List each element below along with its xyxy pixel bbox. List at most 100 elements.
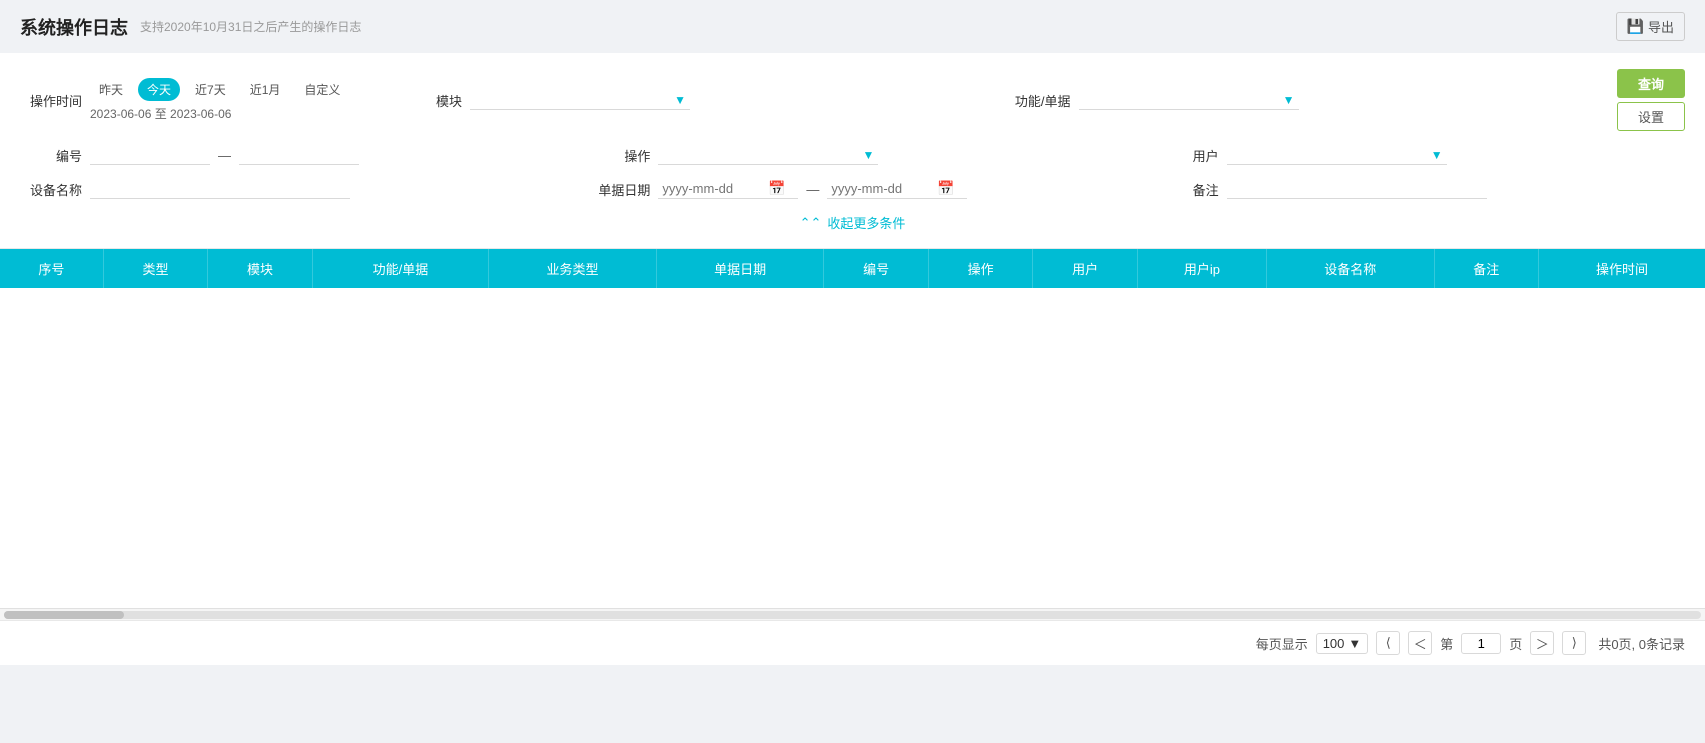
next-page-icon: ＞ xyxy=(1536,634,1549,653)
col-device: 设备名称 xyxy=(1266,249,1434,288)
query-button[interactable]: 查询 xyxy=(1617,69,1685,98)
page-number-input[interactable] xyxy=(1461,633,1501,654)
export-label: 导出 xyxy=(1648,17,1674,36)
collapse-label: 收起更多条件 xyxy=(827,213,905,232)
number-input-end[interactable] xyxy=(239,145,359,165)
time-option-today[interactable]: 今天 xyxy=(138,78,180,101)
device-filter: 设备名称 xyxy=(20,179,548,199)
last-page-icon: ⟩ xyxy=(1572,635,1577,651)
page-unit-label: 页 xyxy=(1509,634,1522,653)
date-end-wrapper: 📅 xyxy=(827,179,967,199)
pagination-bar: 每页显示 100 ▼ ⟨ ＜ 第 页 ＞ ⟩ 共0页, 0条记录 xyxy=(0,620,1705,665)
col-remark: 备注 xyxy=(1434,249,1538,288)
remark-label: 备注 xyxy=(1157,180,1227,199)
number-filter: 编号 — xyxy=(20,145,548,165)
device-input[interactable] xyxy=(90,179,350,199)
title-area: 系统操作日志 支持2020年10月31日之后产生的操作日志 xyxy=(20,14,361,40)
page-text-label: 第 xyxy=(1440,634,1453,653)
prev-page-button[interactable]: ＜ xyxy=(1408,631,1432,655)
col-module: 模块 xyxy=(208,249,312,288)
operation-select[interactable] xyxy=(658,145,878,164)
function-select[interactable] xyxy=(1079,90,1299,109)
date-end-input[interactable] xyxy=(827,179,937,198)
module-select-wrapper: ▼ xyxy=(470,90,690,110)
first-page-button[interactable]: ⟨ xyxy=(1376,631,1400,655)
number-label: 编号 xyxy=(20,146,90,165)
col-user: 用户 xyxy=(1033,249,1137,288)
time-filter: 操作时间 昨天 今天 近7天 近1月 自定义 2023-06-06 至 2023… xyxy=(20,78,360,122)
number-input-start[interactable] xyxy=(90,145,210,165)
time-range-display: 2023-06-06 至 2023-06-06 xyxy=(90,105,349,122)
calendar-start-icon[interactable]: 📅 xyxy=(768,180,785,197)
table-header-row: 序号 类型 模块 功能/单据 业务类型 单据日期 编号 操作 用户 用户ip 设… xyxy=(0,249,1705,288)
page-header: 系统操作日志 支持2020年10月31日之后产生的操作日志 💾 导出 xyxy=(0,0,1705,53)
table-header: 序号 类型 模块 功能/单据 业务类型 单据日期 编号 操作 用户 用户ip 设… xyxy=(0,249,1705,288)
last-page-button[interactable]: ⟩ xyxy=(1562,631,1586,655)
settings-button[interactable]: 设置 xyxy=(1617,102,1685,131)
function-select-wrapper: ▼ xyxy=(1079,90,1299,110)
user-select[interactable] xyxy=(1227,145,1447,164)
time-label: 操作时间 xyxy=(20,91,90,110)
collapse-button[interactable]: ⌃⌃ 收起更多条件 xyxy=(800,213,906,232)
page-title: 系统操作日志 xyxy=(20,14,128,40)
export-button[interactable]: 💾 导出 xyxy=(1616,12,1685,41)
voucher-date-label: 单据日期 xyxy=(588,180,658,199)
page-size-value: 100 xyxy=(1323,636,1345,651)
time-option-7days[interactable]: 近7天 xyxy=(186,78,235,101)
table-section: 序号 类型 模块 功能/单据 业务类型 单据日期 编号 操作 用户 用户ip 设… xyxy=(0,249,1705,608)
device-label: 设备名称 xyxy=(20,180,90,199)
time-option-1month[interactable]: 近1月 xyxy=(241,78,290,101)
time-options: 昨天 今天 近7天 近1月 自定义 xyxy=(90,78,349,101)
filter-row-3: 设备名称 单据日期 📅 — 📅 备注 xyxy=(20,179,1685,199)
prev-page-icon: ＜ xyxy=(1414,634,1427,653)
horizontal-scrollbar[interactable] xyxy=(0,608,1705,620)
col-function: 功能/单据 xyxy=(312,249,488,288)
remark-input[interactable] xyxy=(1227,179,1487,199)
filter-row-2: 编号 — 操作 ▼ 用户 ▼ xyxy=(20,145,1685,165)
operation-select-wrapper: ▼ xyxy=(658,145,878,165)
export-icon: 💾 xyxy=(1627,18,1644,35)
voucher-date-filter: 单据日期 📅 — 📅 xyxy=(588,179,1116,199)
operation-label: 操作 xyxy=(588,146,658,165)
data-table: 序号 类型 模块 功能/单据 业务类型 单据日期 编号 操作 用户 用户ip 设… xyxy=(0,249,1705,288)
user-select-wrapper: ▼ xyxy=(1227,145,1447,165)
col-biz-type: 业务类型 xyxy=(489,249,657,288)
page-subtitle: 支持2020年10月31日之后产生的操作日志 xyxy=(140,18,361,35)
number-dash: — xyxy=(218,148,231,163)
operation-filter: 操作 ▼ xyxy=(588,145,1116,165)
col-operation: 操作 xyxy=(928,249,1032,288)
col-number: 编号 xyxy=(824,249,928,288)
total-info: 共0页, 0条记录 xyxy=(1598,634,1685,653)
col-op-time: 操作时间 xyxy=(1539,249,1705,288)
user-filter: 用户 ▼ xyxy=(1157,145,1685,165)
col-type: 类型 xyxy=(103,249,207,288)
filter-row-1: 操作时间 昨天 今天 近7天 近1月 自定义 2023-06-06 至 2023… xyxy=(20,69,1685,131)
collapse-area: ⌃⌃ 收起更多条件 xyxy=(20,213,1685,232)
first-page-icon: ⟨ xyxy=(1386,635,1391,651)
scrollbar-track xyxy=(4,611,1701,619)
date-start-wrapper: 📅 xyxy=(658,179,798,199)
col-voucher-date: 单据日期 xyxy=(656,249,824,288)
module-select[interactable] xyxy=(470,90,690,109)
next-page-button[interactable]: ＞ xyxy=(1530,631,1554,655)
calendar-end-icon[interactable]: 📅 xyxy=(937,180,954,197)
collapse-up-icon: ⌃⌃ xyxy=(800,215,822,231)
module-label: 模块 xyxy=(400,91,470,110)
col-user-ip: 用户ip xyxy=(1137,249,1266,288)
function-filter: 功能/单据 ▼ xyxy=(1009,90,1578,110)
date-start-input[interactable] xyxy=(658,179,768,198)
filter-panel: 操作时间 昨天 今天 近7天 近1月 自定义 2023-06-06 至 2023… xyxy=(0,53,1705,249)
empty-area xyxy=(0,288,1705,608)
scrollbar-thumb[interactable] xyxy=(4,611,124,619)
time-options-group: 昨天 今天 近7天 近1月 自定义 2023-06-06 至 2023-06-0… xyxy=(90,78,349,122)
function-label: 功能/单据 xyxy=(1009,91,1079,110)
page-size-select[interactable]: 100 ▼ xyxy=(1316,633,1369,654)
page-size-chevron-icon: ▼ xyxy=(1348,636,1361,651)
module-filter: 模块 ▼ xyxy=(400,90,969,110)
remark-filter: 备注 xyxy=(1157,179,1685,199)
date-dash: — xyxy=(806,182,819,197)
time-option-yesterday[interactable]: 昨天 xyxy=(90,78,132,101)
time-option-custom[interactable]: 自定义 xyxy=(295,78,349,101)
user-label: 用户 xyxy=(1157,146,1227,165)
col-seq: 序号 xyxy=(0,249,103,288)
